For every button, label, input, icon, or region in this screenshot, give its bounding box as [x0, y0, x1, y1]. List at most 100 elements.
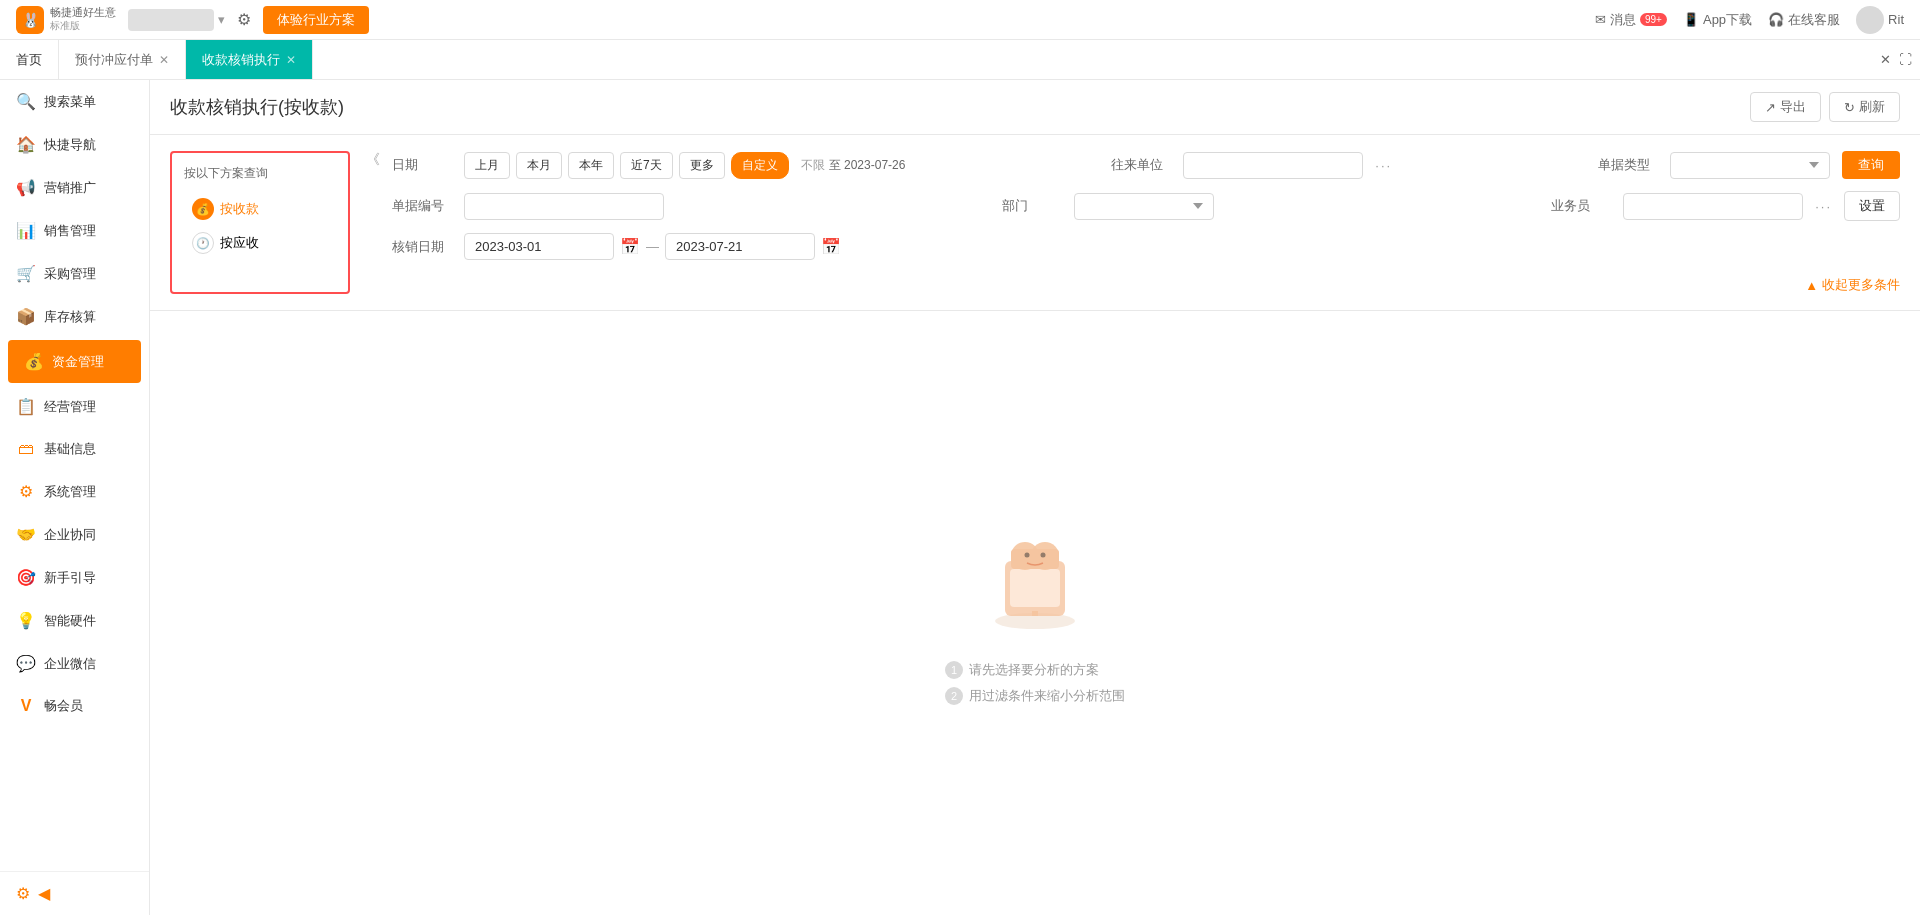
step-2-num: 2	[945, 687, 963, 705]
doc-no-label: 单据编号	[392, 197, 452, 215]
date-btn-last-7-days[interactable]: 近7天	[620, 152, 673, 179]
sidebar-item-search-menu[interactable]: 🔍 搜索菜单	[0, 80, 149, 123]
online-service-action[interactable]: 🎧 在线客服	[1768, 11, 1840, 29]
date-nolimit-group: 不限 至 2023-07-26	[801, 157, 906, 174]
sidebar-label-operation: 经营管理	[44, 398, 96, 416]
empty-step-1: 1 请先选择要分析的方案	[945, 661, 1125, 679]
salesperson-label: 业务员	[1551, 197, 1611, 215]
date-range-separator: —	[646, 239, 659, 254]
sidebar-item-wechat[interactable]: 💬 企业微信	[0, 642, 149, 685]
sidebar-item-enterprise[interactable]: 🤝 企业协同	[0, 513, 149, 556]
brand-name: 畅捷通好生意	[50, 6, 116, 19]
settings-bottom-icon[interactable]: ⚙	[16, 884, 30, 903]
user-info[interactable]: Rit	[1856, 6, 1904, 34]
date-btn-more[interactable]: 更多	[679, 152, 725, 179]
svg-point-6	[1025, 553, 1030, 558]
date-label: 日期	[392, 156, 452, 174]
refresh-button[interactable]: ↻ 刷新	[1829, 92, 1900, 122]
filter-option-by-receipt[interactable]: 💰 按收款	[184, 192, 336, 226]
filter-layout: 按以下方案查询 💰 按收款 🕐 按应收 《 日期	[170, 151, 1900, 294]
doc-no-input[interactable]	[464, 193, 664, 220]
sidebar: 🔍 搜索菜单 🏠 快捷导航 📢 营销推广 📊 销售管理 🛒 采购管理 📦 库存核…	[0, 80, 150, 915]
sidebar-item-marketing[interactable]: 📢 营销推广	[0, 166, 149, 209]
basic-info-icon: 🗃	[16, 440, 36, 458]
main-layout: 🔍 搜索菜单 🏠 快捷导航 📢 营销推广 📊 销售管理 🛒 采购管理 📦 库存核…	[0, 80, 1920, 915]
partner-label: 往来单位	[1111, 156, 1171, 174]
doc-type-select[interactable]	[1670, 152, 1830, 179]
filter-option-by-receivable[interactable]: 🕐 按应收	[184, 226, 336, 260]
settings-button[interactable]: 设置	[1844, 191, 1900, 221]
enterprise-icon: 🤝	[16, 525, 36, 544]
industry-button[interactable]: 体验行业方案	[263, 6, 369, 34]
export-button[interactable]: ↗ 导出	[1750, 92, 1821, 122]
tab-receipt-writeoff[interactable]: 收款核销执行 ✕	[186, 40, 313, 79]
writeoff-end-cal-icon[interactable]: 📅	[821, 237, 841, 256]
tab-expand-icon[interactable]: ⛶	[1899, 52, 1912, 67]
brand-icon: 🐰	[16, 6, 44, 34]
sidebar-bottom: ⚙ ◀	[0, 871, 149, 915]
date-btn-custom[interactable]: 自定义	[731, 152, 789, 179]
salesperson-input[interactable]	[1623, 193, 1803, 220]
page-header-actions: ↗ 导出 ↻ 刷新	[1750, 92, 1900, 122]
brand-sub: 标准版	[50, 19, 116, 33]
date-btn-this-year[interactable]: 本年	[568, 152, 614, 179]
topbar-right: ✉ 消息 99+ 📱 App下载 🎧 在线客服 Rit	[1595, 6, 1904, 34]
gear-icon[interactable]: ⚙	[237, 10, 251, 29]
collapse-more-btn[interactable]: ▲ 收起更多条件	[392, 276, 1900, 294]
tab-receipt-writeoff-label: 收款核销执行	[202, 51, 280, 69]
filter-row-2: 单据编号 部门 业务员 ··· 设置	[392, 191, 1900, 221]
company-name	[128, 9, 214, 31]
tab-prepay-close[interactable]: ✕	[159, 53, 169, 67]
sidebar-item-guide[interactable]: 🎯 新手引导	[0, 556, 149, 599]
sidebar-item-member[interactable]: V 畅会员	[0, 685, 149, 727]
export-icon: ↗	[1765, 100, 1776, 115]
sidebar-label-guide: 新手引导	[44, 569, 96, 587]
chevron-down-icon: ▾	[218, 12, 225, 27]
date-btn-last-month[interactable]: 上月	[464, 152, 510, 179]
dept-label: 部门	[1002, 197, 1062, 215]
sidebar-item-basic-info[interactable]: 🗃 基础信息	[0, 428, 149, 470]
tab-home[interactable]: 首页	[0, 40, 59, 79]
date-quick-buttons: 上月 本月 本年 近7天 更多 自定义	[464, 152, 789, 179]
sidebar-item-quick-nav[interactable]: 🏠 快捷导航	[0, 123, 149, 166]
partner-more-icon[interactable]: ···	[1375, 158, 1392, 173]
sidebar-item-purchase[interactable]: 🛒 采购管理	[0, 252, 149, 295]
message-badge: 99+	[1640, 13, 1667, 26]
service-icon: 🎧	[1768, 12, 1784, 27]
system-icon: ⚙	[16, 482, 36, 501]
query-button[interactable]: 查询	[1842, 151, 1900, 179]
tabbar: 首页 预付冲应付单 ✕ 收款核销执行 ✕ ✕ ⛶	[0, 40, 1920, 80]
tab-receipt-writeoff-close[interactable]: ✕	[286, 53, 296, 67]
sidebar-item-inventory[interactable]: 📦 库存核算	[0, 295, 149, 338]
export-label: 导出	[1780, 98, 1806, 116]
date-btn-this-month[interactable]: 本月	[516, 152, 562, 179]
empty-illustration	[975, 521, 1095, 641]
app-download-action[interactable]: 📱 App下载	[1683, 11, 1752, 29]
svg-rect-5	[1011, 549, 1059, 569]
sidebar-label-system: 系统管理	[44, 483, 96, 501]
message-action[interactable]: ✉ 消息 99+	[1595, 11, 1667, 29]
svg-rect-2	[1010, 569, 1060, 607]
sidebar-item-operation[interactable]: 📋 经营管理	[0, 385, 149, 428]
filter-sidebar-collapse-icon[interactable]: 《	[366, 151, 380, 294]
partner-input[interactable]	[1183, 152, 1363, 179]
writeoff-date-start-input[interactable]	[464, 233, 614, 260]
sidebar-label-enterprise: 企业协同	[44, 526, 96, 544]
sidebar-item-smart-hw[interactable]: 💡 智能硬件	[0, 599, 149, 642]
receipt-option-icon: 💰	[192, 198, 214, 220]
tab-close-all-icon[interactable]: ✕	[1880, 52, 1891, 67]
refresh-icon: ↻	[1844, 100, 1855, 115]
sidebar-item-finance[interactable]: 💰 资金管理	[8, 340, 141, 383]
tab-prepay[interactable]: 预付冲应付单 ✕	[59, 40, 186, 79]
sidebar-item-sales[interactable]: 📊 销售管理	[0, 209, 149, 252]
filter-form: 日期 上月 本月 本年 近7天 更多 自定义 不限 至 2023-07-26	[392, 151, 1900, 294]
salesperson-more-icon[interactable]: ···	[1815, 199, 1832, 214]
filter-option-receipt-label: 按收款	[220, 200, 259, 218]
writeoff-date-end-input[interactable]	[665, 233, 815, 260]
company-selector[interactable]: ▾	[128, 9, 225, 31]
dept-select[interactable]	[1074, 193, 1214, 220]
writeoff-start-cal-icon[interactable]: 📅	[620, 237, 640, 256]
filter-panel: 按以下方案查询 💰 按收款 🕐 按应收 《 日期	[150, 135, 1920, 311]
collapse-sidebar-icon[interactable]: ◀	[38, 884, 50, 903]
sidebar-item-system[interactable]: ⚙ 系统管理	[0, 470, 149, 513]
